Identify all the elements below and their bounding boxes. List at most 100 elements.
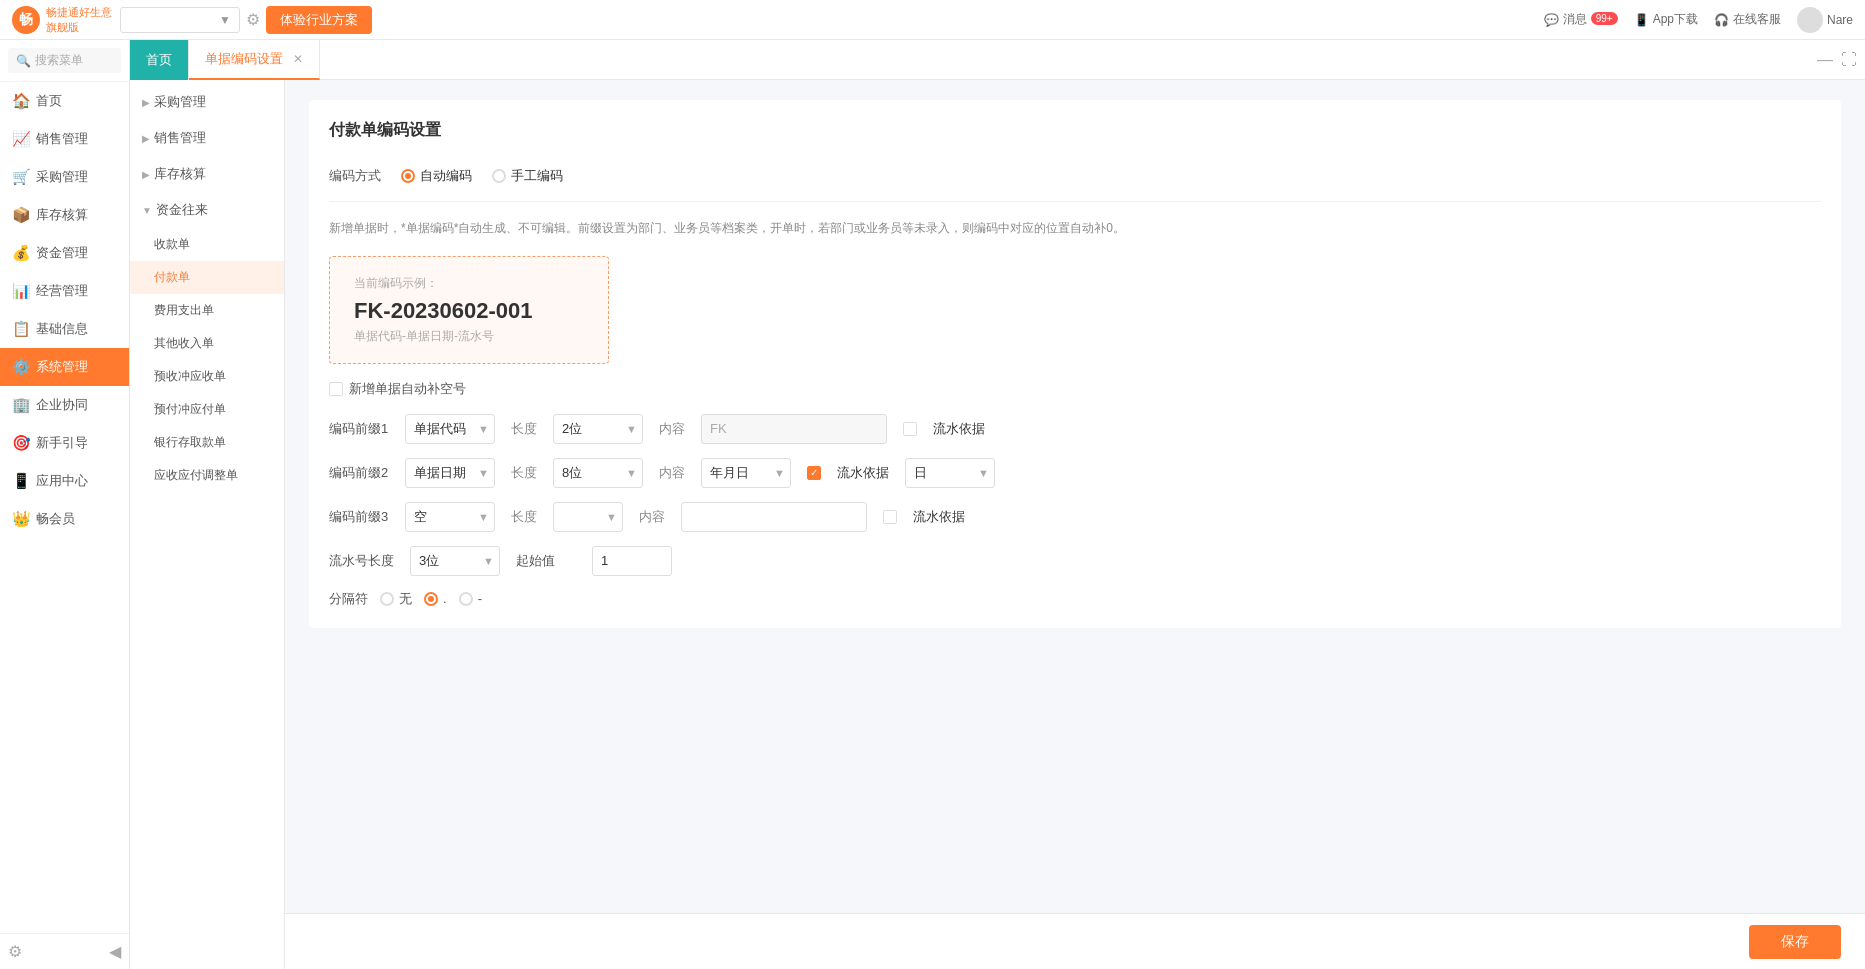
sidebar-item-label: 企业协同 [36,396,88,414]
serial3-checkbox[interactable] [883,510,897,524]
separator-row: 分隔符 无 . - [329,590,1821,608]
sidebar-item-label: 经营管理 [36,282,88,300]
content2-select-wrap[interactable]: 年月日 年月 年 ▼ [701,458,791,488]
sidebar-item-sales[interactable]: 📈 销售管理 [0,120,129,158]
serial2-unit-select[interactable]: 日 月 年 [905,458,995,488]
sub-item-prepay-pay[interactable]: 预付冲应付单 [130,393,284,426]
prefix2-select-wrap[interactable]: 单据代码 单据日期 部门 业务员 空 ▼ [405,458,495,488]
bottom-bar: 保存 [285,913,1865,969]
tab-maximize-icon[interactable]: ⛶ [1841,51,1857,69]
sidebar-search-area[interactable]: 🔍 搜索菜单 [0,40,129,82]
message-badge: 99+ [1591,12,1618,25]
search-icon: 🔍 [16,54,31,68]
sep-dash-radio-circle[interactable] [459,592,473,606]
length3-select[interactable] [553,502,623,532]
length1-select-wrap[interactable]: 2位 4位 ▼ [553,414,643,444]
sidebar-item-system[interactable]: ⚙️ 系统管理 [0,348,129,386]
serial2-unit-wrap[interactable]: 日 月 年 ▼ [905,458,995,488]
sep-dash-radio[interactable]: - [459,591,482,606]
purchase-icon: 🛒 [12,168,30,186]
online-service-btn[interactable]: 🎧 在线客服 [1714,11,1781,28]
manual-encode-radio[interactable]: 手工编码 [492,167,563,185]
auto-fill-checkbox[interactable] [329,382,343,396]
sidebar-item-operation[interactable]: 📊 经营管理 [0,272,129,310]
tab-home[interactable]: 首页 [130,40,189,80]
menu-group-inventory[interactable]: ▶ 库存核算 [130,156,284,192]
prefix2-row: 编码前缀2 单据代码 单据日期 部门 业务员 空 ▼ [329,458,1821,488]
sidebar-item-home[interactable]: 🏠 首页 [0,82,129,120]
menu-group-purchase[interactable]: ▶ 采购管理 [130,84,284,120]
search-btn[interactable]: 🔍 搜索菜单 [8,48,121,73]
app-download-btn[interactable]: 📱 App下载 [1634,11,1698,28]
settings-icon[interactable]: ⚙ [246,10,260,29]
arrow-icon: ▶ [142,97,150,108]
guide-icon: 🎯 [12,434,30,452]
topbar-dropdown[interactable]: ▼ [120,7,240,33]
sub-item-receipt[interactable]: 收款单 [130,228,284,261]
menu-group-sales[interactable]: ▶ 销售管理 [130,120,284,156]
message-btn[interactable]: 💬 消息 99+ [1544,11,1618,28]
sidebar-item-basic[interactable]: 📋 基础信息 [0,310,129,348]
auto-encode-label: 自动编码 [420,167,472,185]
prefix2-select[interactable]: 单据代码 单据日期 部门 业务员 空 [405,458,495,488]
footer-collapse-icon[interactable]: ◀ [109,942,121,961]
sidebar-item-inventory[interactable]: 📦 库存核算 [0,196,129,234]
sep-none-radio-circle[interactable] [380,592,394,606]
sidebar-item-label: 库存核算 [36,206,88,224]
tab-close-icon[interactable]: ✕ [293,52,303,66]
main-panel: 付款单编码设置 编码方式 自动编码 手工编码 [285,80,1865,969]
start-value-input[interactable] [592,546,672,576]
serial-length-select-wrap[interactable]: 2位 3位 4位 5位 6位 ▼ [410,546,500,576]
start-value-label: 起始值 [516,552,576,570]
menu-group-finance[interactable]: ▼ 资金往来 [130,192,284,228]
manual-encode-label: 手工编码 [511,167,563,185]
auto-fill-row: 新增单据自动补空号 [329,380,1821,398]
tab-encode-settings[interactable]: 单据编码设置 ✕ [189,40,320,80]
logo-icon: 畅 [12,6,40,34]
tab-minimize-icon[interactable]: — [1817,51,1833,69]
sidebar-item-label: 采购管理 [36,168,88,186]
sub-item-other-income[interactable]: 其他收入单 [130,327,284,360]
sub-item-bank[interactable]: 银行存取款单 [130,426,284,459]
footer-settings-icon[interactable]: ⚙ [8,942,22,961]
trial-button[interactable]: 体验行业方案 [266,6,372,34]
sidebar-item-corp[interactable]: 🏢 企业协同 [0,386,129,424]
arrow-icon: ▶ [142,133,150,144]
serial-length-select[interactable]: 2位 3位 4位 5位 6位 [410,546,500,576]
manual-radio-circle[interactable] [492,169,506,183]
system-icon: ⚙️ [12,358,30,376]
sidebar-item-member[interactable]: 👑 畅会员 [0,500,129,538]
sidebar-item-app[interactable]: 📱 应用中心 [0,462,129,500]
serial2-checkbox[interactable]: ✓ [807,466,821,480]
prefix3-select-wrap[interactable]: 单据代码 单据日期 部门 业务员 空 ▼ [405,502,495,532]
prefix1-select-wrap[interactable]: 单据代码 单据日期 部门 业务员 空 ▼ [405,414,495,444]
serial1-checkbox[interactable] [903,422,917,436]
content3-input[interactable] [681,502,867,532]
settings-card: 付款单编码设置 编码方式 自动编码 手工编码 [309,100,1841,628]
prefix1-select[interactable]: 单据代码 单据日期 部门 业务员 空 [405,414,495,444]
length2-label: 长度 [511,464,537,482]
content2-select[interactable]: 年月日 年月 年 [701,458,791,488]
length2-select[interactable]: 4位 6位 8位 [553,458,643,488]
avatar [1797,7,1823,33]
length1-label: 长度 [511,420,537,438]
length1-select[interactable]: 2位 4位 [553,414,643,444]
prefix3-select[interactable]: 单据代码 单据日期 部门 业务员 空 [405,502,495,532]
sidebar-item-guide[interactable]: 🎯 新手引导 [0,424,129,462]
auto-radio-circle[interactable] [401,169,415,183]
auto-encode-radio[interactable]: 自动编码 [401,167,472,185]
save-button[interactable]: 保存 [1749,925,1841,959]
sub-item-payment[interactable]: 付款单 [130,261,284,294]
sub-item-expense[interactable]: 费用支出单 [130,294,284,327]
sub-item-adjust[interactable]: 应收应付调整单 [130,459,284,492]
content1-input [701,414,887,444]
length2-select-wrap[interactable]: 4位 6位 8位 ▼ [553,458,643,488]
sub-item-prepay-recv[interactable]: 预收冲应收单 [130,360,284,393]
sidebar-item-purchase[interactable]: 🛒 采购管理 [0,158,129,196]
user-area[interactable]: Nare [1797,7,1853,33]
sep-none-radio[interactable]: 无 [380,590,412,608]
sep-dot-radio[interactable]: . [424,591,447,606]
length3-select-wrap[interactable]: ▼ [553,502,623,532]
sidebar-item-finance[interactable]: 💰 资金管理 [0,234,129,272]
sep-dot-radio-circle[interactable] [424,592,438,606]
